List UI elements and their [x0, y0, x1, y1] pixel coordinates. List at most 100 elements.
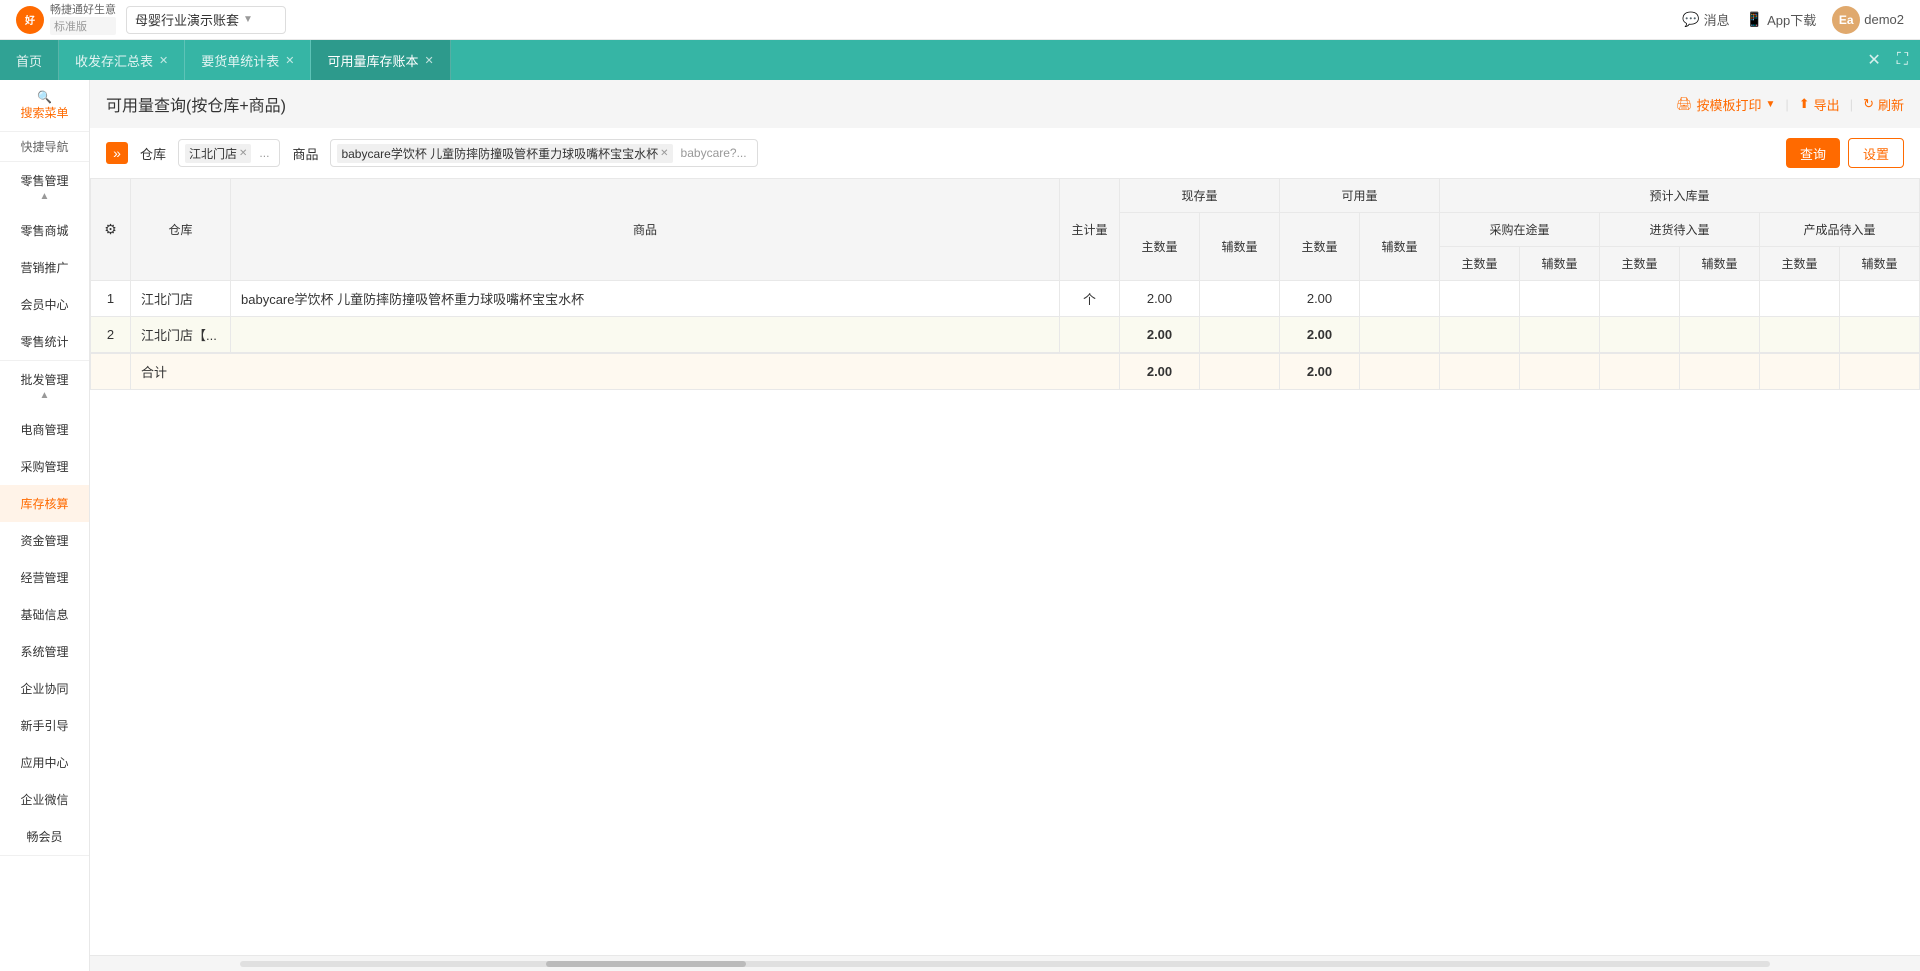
org-selector[interactable]: 母婴行业演示账套 ▼ — [126, 6, 286, 34]
tab-home[interactable]: 首页 — [0, 40, 59, 80]
sidebar-item-purchase[interactable]: 采购管理 — [0, 448, 89, 485]
sidebar-item-enterprise[interactable]: 企业协同 — [0, 670, 89, 707]
sidebar-item-ecommerce[interactable]: 电商管理 — [0, 411, 89, 448]
sidebar-search[interactable]: 🔍 搜索菜单 — [0, 80, 89, 132]
td-footer-purchase-aux — [1520, 353, 1600, 390]
td-product-subtotal — [231, 317, 1060, 354]
sidebar-item-vip[interactable]: 畅会员 — [0, 818, 89, 855]
td-warehouse-subtotal: 江北门店【... — [131, 317, 231, 354]
th-warehouse: 仓库 — [131, 179, 231, 281]
sidebar-item-member-center[interactable]: 会员中心 — [0, 286, 89, 323]
print-chevron: ▼ — [1765, 99, 1775, 110]
th-main-unit: 主计量 — [1060, 179, 1120, 281]
filter-expand-btn[interactable]: » — [106, 142, 128, 164]
chevron-icon-batch: ▲ — [40, 390, 50, 401]
sidebar-section-retail: 零售管理 ▲ 零售商城 营销推广 会员中心 零售统计 — [0, 162, 89, 361]
sidebar-item-operations[interactable]: 经营管理 — [0, 559, 89, 596]
td-available-aux-subtotal — [1360, 317, 1440, 354]
sidebar-inventory-label: 库存核算 — [20, 495, 68, 512]
td-current-aux-subtotal — [1200, 317, 1280, 354]
td-current-main-subtotal: 2.00 — [1120, 317, 1200, 354]
sidebar-ecommerce-label: 电商管理 — [20, 421, 68, 438]
scroll-track[interactable] — [240, 961, 1770, 967]
warehouse-input[interactable]: 江北门店 ✕ ... — [178, 139, 280, 167]
refresh-label: 刷新 — [1878, 95, 1904, 114]
top-bar-left: 好 畅捷通好生意 标准版 母婴行业演示账套 ▼ — [16, 4, 286, 35]
scroll-thumb[interactable] — [546, 961, 746, 967]
page-actions: 🖨 按模板打印 ▼ | ⬆ 导出 | ↻ 刷新 — [1676, 95, 1904, 114]
main-layout: 🔍 搜索菜单 快捷导航 零售管理 ▲ 零售商城 营销推广 会员中心 零售统计 — [0, 80, 1920, 971]
th-forecast-in: 预计入库量 — [1440, 179, 1920, 213]
tab-order-stats-close[interactable]: ✕ — [285, 54, 294, 67]
sidebar-item-newbie[interactable]: 新手引导 — [0, 707, 89, 744]
export-btn[interactable]: ⬆ 导出 — [1799, 95, 1840, 114]
sidebar-item-retail-mall[interactable]: 零售商城 — [0, 212, 89, 249]
th-no: ⚙ — [91, 179, 131, 281]
settings-btn[interactable]: 设置 — [1848, 138, 1904, 168]
td-product: babycare学饮杯 儿童防摔防撞吸管杯重力球吸嘴杯宝宝水杯 — [231, 281, 1060, 317]
sidebar-basics-label: 基础信息 — [20, 606, 68, 623]
sidebar-item-enterprise-wechat[interactable]: 企业微信 — [0, 781, 89, 818]
td-purchase-transit-aux-subtotal — [1520, 317, 1600, 354]
warehouse-tag-close[interactable]: ✕ — [239, 148, 247, 159]
app-download-btn[interactable]: 📱 App下载 — [1746, 10, 1817, 29]
sidebar-item-system[interactable]: 系统管理 — [0, 633, 89, 670]
product-dots[interactable]: babycare?... — [677, 146, 751, 160]
th-product-pending: 产成品待入量 — [1760, 213, 1920, 247]
nav-close-btn[interactable]: ✕ — [1863, 46, 1884, 74]
separator-2: | — [1850, 97, 1853, 112]
filter-section: » 仓库 江北门店 ✕ ... 商品 babycare学饮杯 儿童防摔防撞吸管杯… — [90, 128, 1920, 178]
sidebar-vip-label: 畅会员 — [26, 828, 62, 845]
td-incoming-pending-aux — [1680, 281, 1760, 317]
refresh-icon: ↻ — [1863, 96, 1874, 112]
chevron-icon: ▲ — [40, 191, 50, 202]
product-label: 商品 — [292, 144, 318, 163]
td-incoming-pending-main-subtotal — [1600, 317, 1680, 354]
nav-tabs-right: ✕ ⛶ — [1863, 46, 1920, 74]
product-tag: babycare学饮杯 儿童防摔防撞吸管杯重力球吸嘴杯宝宝水杯 ✕ — [337, 144, 672, 163]
tab-receive-send-close[interactable]: ✕ — [159, 54, 168, 67]
td-warehouse: 江北门店 — [131, 281, 231, 317]
tab-available-stock[interactable]: 可用量库存账本 ✕ — [311, 40, 450, 80]
nav-expand-btn[interactable]: ⛶ — [1893, 47, 1912, 73]
tab-receive-send-label: 收发存汇总表 — [75, 51, 153, 70]
refresh-btn[interactable]: ↻ 刷新 — [1863, 95, 1904, 114]
sidebar-retail-stats-label: 零售统计 — [20, 333, 68, 350]
sidebar-batch-mgmt-label: 批发管理 — [20, 371, 68, 388]
td-footer-incoming-aux — [1680, 353, 1760, 390]
tab-order-stats[interactable]: 要货单统计表 ✕ — [185, 40, 311, 80]
query-btn[interactable]: 查询 — [1786, 138, 1840, 168]
td-main-unit: 个 — [1060, 281, 1120, 317]
sidebar-quick-nav[interactable]: 快捷导航 — [0, 132, 89, 162]
user-name: demo2 — [1864, 12, 1904, 27]
td-footer-incoming-main — [1600, 353, 1680, 390]
message-btn[interactable]: 💬 消息 — [1682, 10, 1729, 29]
sidebar-item-retail-mgmt[interactable]: 零售管理 ▲ — [0, 162, 89, 212]
user-area[interactable]: Ea demo2 — [1832, 6, 1904, 34]
sidebar-item-basics[interactable]: 基础信息 — [0, 596, 89, 633]
td-footer-product-aux — [1840, 353, 1920, 390]
sidebar-item-app-center[interactable]: 应用中心 — [0, 744, 89, 781]
td-footer-current-main: 2.00 — [1120, 353, 1200, 390]
tab-available-stock-close[interactable]: ✕ — [425, 54, 434, 67]
td-footer-current-aux — [1200, 353, 1280, 390]
td-no-2: 2 — [91, 317, 131, 354]
sidebar-finance-label: 资金管理 — [20, 532, 68, 549]
print-btn[interactable]: 🖨 按模板打印 ▼ — [1676, 95, 1775, 114]
quick-nav-label: 快捷导航 — [8, 138, 81, 155]
product-tag-close[interactable]: ✕ — [660, 148, 668, 159]
settings-icon[interactable]: ⚙ — [104, 221, 117, 237]
sidebar-item-inventory[interactable]: 库存核算 — [0, 485, 89, 522]
product-input[interactable]: babycare学饮杯 儿童防摔防撞吸管杯重力球吸嘴杯宝宝水杯 ✕ babyca… — [330, 139, 757, 167]
sidebar-search-label: 搜索菜单 — [8, 104, 81, 121]
sidebar-item-marketing[interactable]: 营销推广 — [0, 249, 89, 286]
sidebar-item-retail-stats[interactable]: 零售统计 — [0, 323, 89, 360]
td-footer-purchase-main — [1440, 353, 1520, 390]
tab-receive-send[interactable]: 收发存汇总表 ✕ — [59, 40, 185, 80]
sidebar-purchase-label: 采购管理 — [20, 458, 68, 475]
sidebar-item-finance[interactable]: 资金管理 — [0, 522, 89, 559]
th-product: 商品 — [231, 179, 1060, 281]
warehouse-dots[interactable]: ... — [255, 146, 273, 160]
td-purchase-transit-aux — [1520, 281, 1600, 317]
sidebar-item-batch-mgmt[interactable]: 批发管理 ▲ — [0, 361, 89, 411]
